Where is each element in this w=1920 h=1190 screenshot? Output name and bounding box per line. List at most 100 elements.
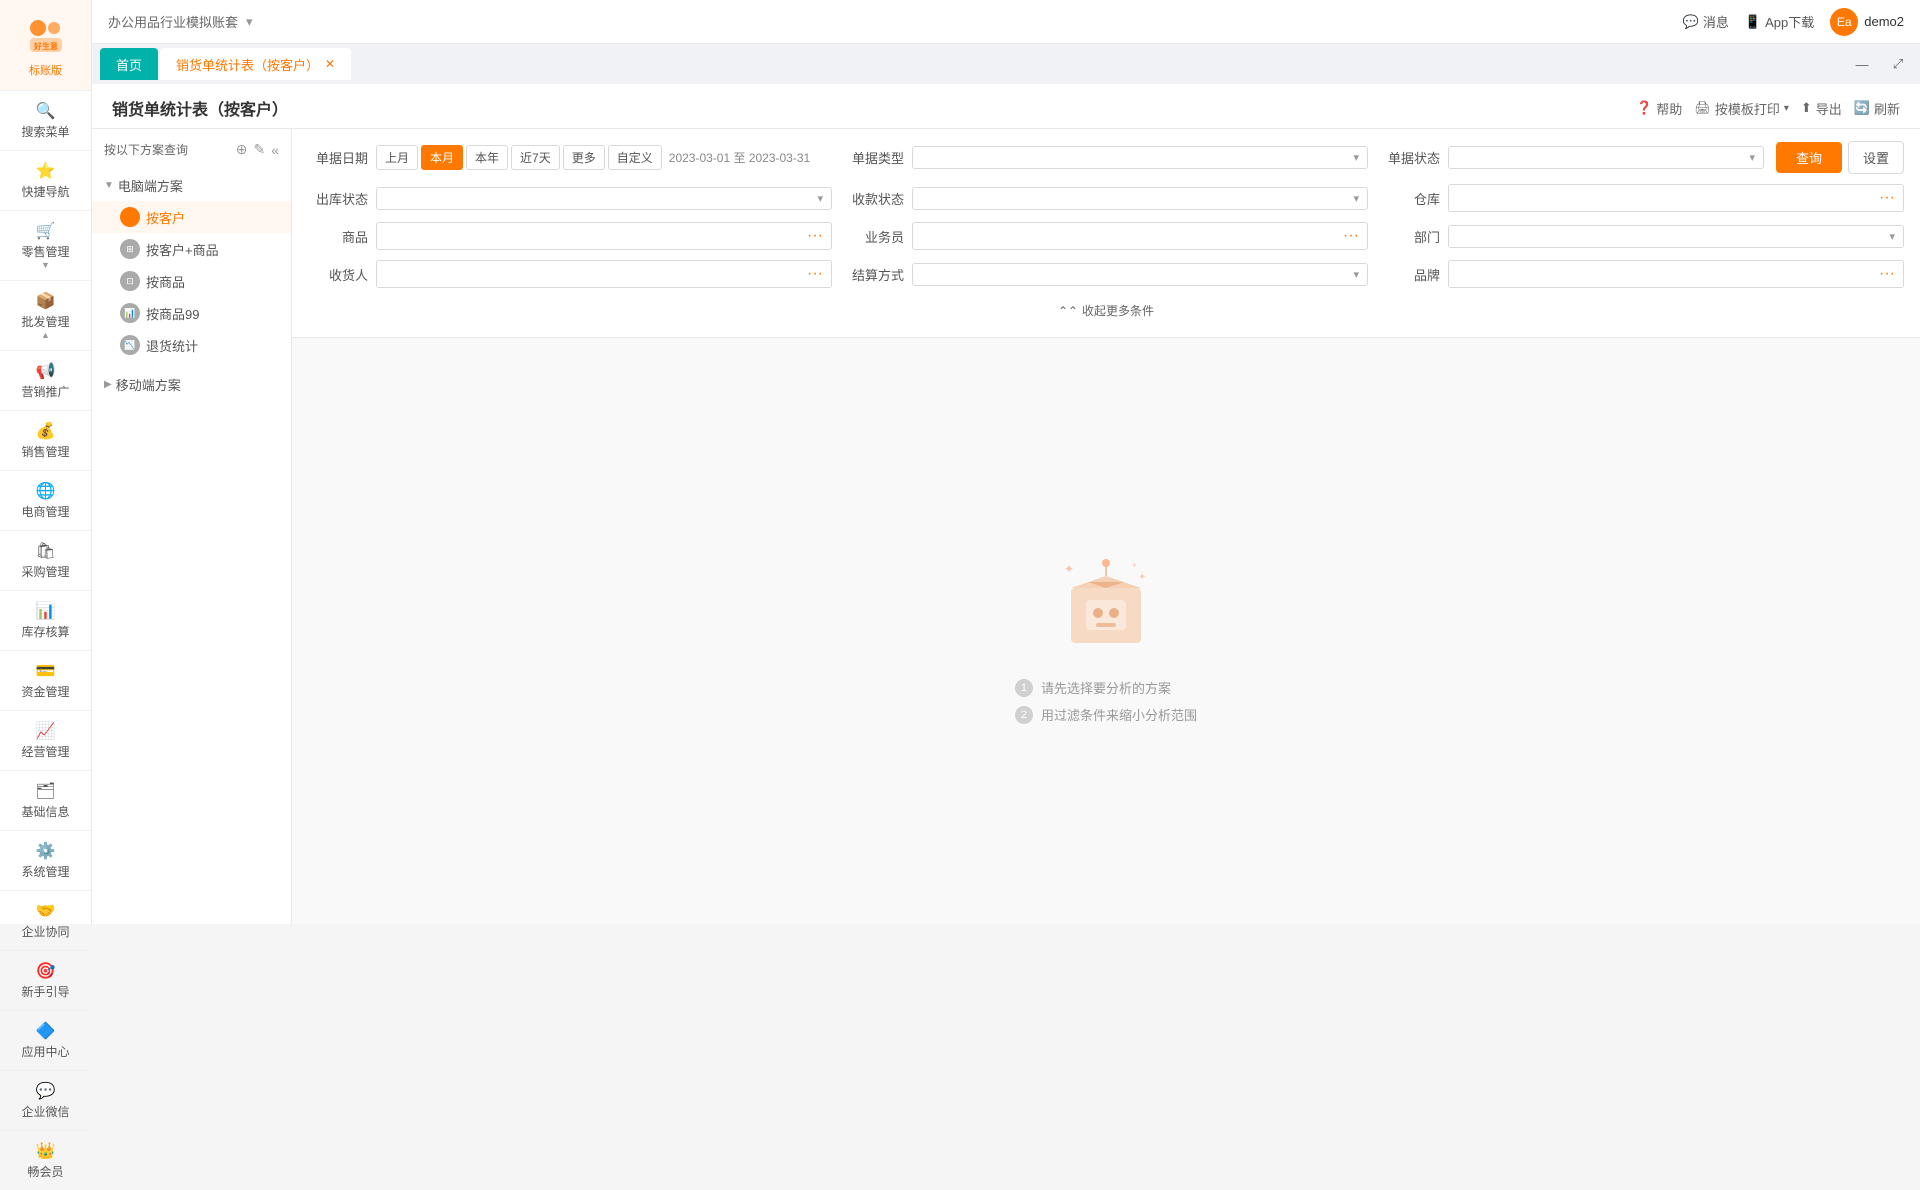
date-this-month-btn[interactable]: 本月 — [421, 145, 463, 170]
print-dropdown-arrow: ▾ — [1784, 103, 1789, 114]
finance-icon: 💳 — [36, 661, 56, 681]
date-more-btn[interactable]: 更多 — [563, 145, 605, 170]
sidebar-item-search[interactable]: 🔍 搜索菜单 — [0, 90, 91, 150]
sidebar-item-cooperation[interactable]: 🤝 企业协同 — [0, 890, 91, 950]
ship-status-arrow: ▾ — [817, 192, 823, 205]
scheme-by-goods99[interactable]: 📊 按商品99 — [92, 297, 291, 329]
sidebar-ecommerce-label: 电商管理 — [21, 503, 69, 520]
sidebar-item-finance[interactable]: 💳 资金管理 — [0, 650, 91, 710]
query-settings-group: 查询 设置 — [1776, 141, 1904, 174]
desktop-section-header[interactable]: ▼ 电脑端方案 — [92, 170, 291, 201]
date-label: 单据日期 — [308, 148, 368, 167]
query-btn[interactable]: 查询 — [1776, 142, 1842, 173]
scheme-by-customer[interactable]: 人 按客户 — [92, 201, 291, 233]
print-btn[interactable]: 🖨 按模板打印 ▾ — [1694, 99, 1789, 118]
receipt-status-select[interactable]: ▾ — [912, 187, 1368, 210]
edit-scheme-icon[interactable]: ✎ — [253, 141, 265, 158]
tab-actions: — ⤢ — [1848, 50, 1912, 78]
sidebar-item-marketing[interactable]: 📢 营销推广 — [0, 350, 91, 410]
sidebar-item-wechat[interactable]: 💬 企业微信 — [0, 1070, 91, 1130]
avatar[interactable]: Ea — [1830, 8, 1858, 36]
refresh-icon: 🔄 — [1854, 100, 1870, 116]
wholesale-arrow: ▲ — [41, 330, 50, 340]
ship-status-select[interactable]: ▾ — [376, 187, 832, 210]
collapse-filter-btn[interactable]: ⌃⌃ 收起更多条件 — [308, 296, 1904, 325]
sidebar-item-ecommerce[interactable]: 🌐 电商管理 — [0, 470, 91, 530]
export-label: 导出 — [1816, 99, 1842, 118]
sidebar-item-retail[interactable]: 🛒 零售管理 ▼ — [0, 210, 91, 280]
sidebar-item-basic[interactable]: 🗂 基础信息 — [0, 770, 91, 830]
goods-scheme-label: 按商品 — [146, 272, 185, 291]
goods-label: 商品 — [308, 227, 368, 246]
tab-home[interactable]: 首页 — [100, 48, 158, 80]
collapse-panel-icon[interactable]: « — [271, 142, 279, 158]
scheme-by-customer-goods[interactable]: ⊞ 按客户+商品 — [92, 233, 291, 265]
brand-select[interactable]: ··· — [1448, 260, 1904, 288]
inventory-icon: 📊 — [36, 601, 56, 621]
goods99-scheme-icon: 📊 — [120, 303, 140, 323]
brand-label: 品牌 — [1380, 265, 1440, 284]
warehouse-select[interactable]: ··· — [1448, 184, 1904, 212]
sidebar-item-guide[interactable]: 🎯 新手引导 — [0, 950, 91, 1010]
add-scheme-icon[interactable]: ⊕ — [236, 141, 248, 158]
app-download-label: App下载 — [1765, 12, 1814, 31]
empty-state-image: ✦ ✦ ✦ — [1046, 538, 1166, 658]
sidebar-item-quick-nav[interactable]: ⭐ 快捷导航 — [0, 150, 91, 210]
dropdown-arrow-icon[interactable]: ▾ — [246, 14, 253, 30]
settings-btn[interactable]: 设置 — [1848, 141, 1904, 174]
date-custom-btn[interactable]: 自定义 — [608, 145, 662, 170]
tab-sales-stat[interactable]: 销货单统计表（按客户） ✕ — [160, 48, 351, 80]
app-download-btn[interactable]: 📱 App下载 — [1745, 12, 1814, 31]
print-icon: 🖨 — [1694, 100, 1711, 116]
dept-select[interactable]: ▾ — [1448, 225, 1904, 248]
recipient-select[interactable]: ··· — [376, 260, 832, 288]
warehouse-control: ··· — [1448, 184, 1904, 212]
help-label: 帮助 — [1656, 99, 1682, 118]
salesperson-cell: 业务员 ··· — [844, 222, 1368, 250]
expand-icon: ⤢ — [1893, 56, 1903, 72]
sidebar-item-inventory[interactable]: 📊 库存核算 — [0, 590, 91, 650]
tab-bar: 首页 销货单统计表（按客户） ✕ — ⤢ — [92, 44, 1920, 84]
sidebar-item-operations[interactable]: 📈 经营管理 — [0, 710, 91, 770]
tab-close-icon[interactable]: ✕ — [325, 57, 335, 71]
tab-expand-btn[interactable]: ⤢ — [1884, 50, 1912, 78]
sidebar-item-purchase[interactable]: 🛍 采购管理 — [0, 530, 91, 590]
order-type-select[interactable]: ▾ — [912, 146, 1368, 169]
appcenter-icon: 🔷 — [36, 1021, 56, 1041]
goods-select[interactable]: ··· — [376, 222, 832, 250]
mobile-section-header[interactable]: ▶ 移动端方案 — [92, 369, 291, 400]
sidebar-item-sales[interactable]: 💰 销售管理 — [0, 410, 91, 470]
salesperson-dots: ··· — [1343, 227, 1359, 245]
message-btn[interactable]: 💬 消息 — [1683, 12, 1729, 31]
dept-control: ▾ — [1448, 225, 1904, 248]
sidebar-item-member[interactable]: 👑 畅会员 — [0, 1130, 91, 1190]
scheme-by-goods[interactable]: ⊡ 按商品 — [92, 265, 291, 297]
sidebar-item-wholesale[interactable]: 📦 批发管理 ▲ — [0, 280, 91, 350]
recipient-dots: ··· — [807, 265, 823, 283]
logo[interactable]: 好生意 标账版 — [0, 0, 91, 90]
sidebar-item-appcenter[interactable]: 🔷 应用中心 — [0, 1010, 91, 1070]
date-this-year-btn[interactable]: 本年 — [466, 145, 508, 170]
right-panel: 单据日期 上月 本月 本年 近7天 更多 自定义 2023-03-01 至 20… — [292, 129, 1920, 924]
salesperson-select[interactable]: ··· — [912, 222, 1368, 250]
export-btn[interactable]: ⬆ 导出 — [1801, 99, 1842, 118]
receipt-status-control: ▾ — [912, 187, 1368, 210]
tab-minimize-btn[interactable]: — — [1848, 50, 1876, 78]
settlement-select[interactable]: ▾ — [912, 263, 1368, 286]
scheme-return-stat[interactable]: 📉 退货统计 — [92, 329, 291, 361]
wechat-icon: 💬 — [36, 1081, 56, 1101]
svg-text:好生意: 好生意 — [33, 41, 58, 51]
order-status-select[interactable]: ▾ — [1448, 146, 1764, 169]
date-7days-btn[interactable]: 近7天 — [511, 145, 560, 170]
date-last-month-btn[interactable]: 上月 — [376, 145, 418, 170]
refresh-btn[interactable]: 🔄 刷新 — [1854, 99, 1900, 118]
help-btn[interactable]: ❓ 帮助 — [1636, 99, 1682, 118]
download-icon: 📱 — [1745, 14, 1761, 30]
member-icon: 👑 — [36, 1141, 56, 1161]
sidebar-item-system[interactable]: ⚙️ 系统管理 — [0, 830, 91, 890]
ship-status-label: 出库状态 — [308, 189, 368, 208]
user-area[interactable]: Ea demo2 — [1830, 8, 1904, 36]
header-actions: 💬 消息 📱 App下载 Ea demo2 — [1683, 8, 1904, 36]
dept-cell: 部门 ▾ — [1380, 225, 1904, 248]
left-panel-header: 按以下方案查询 ⊕ ✎ « — [92, 137, 291, 166]
